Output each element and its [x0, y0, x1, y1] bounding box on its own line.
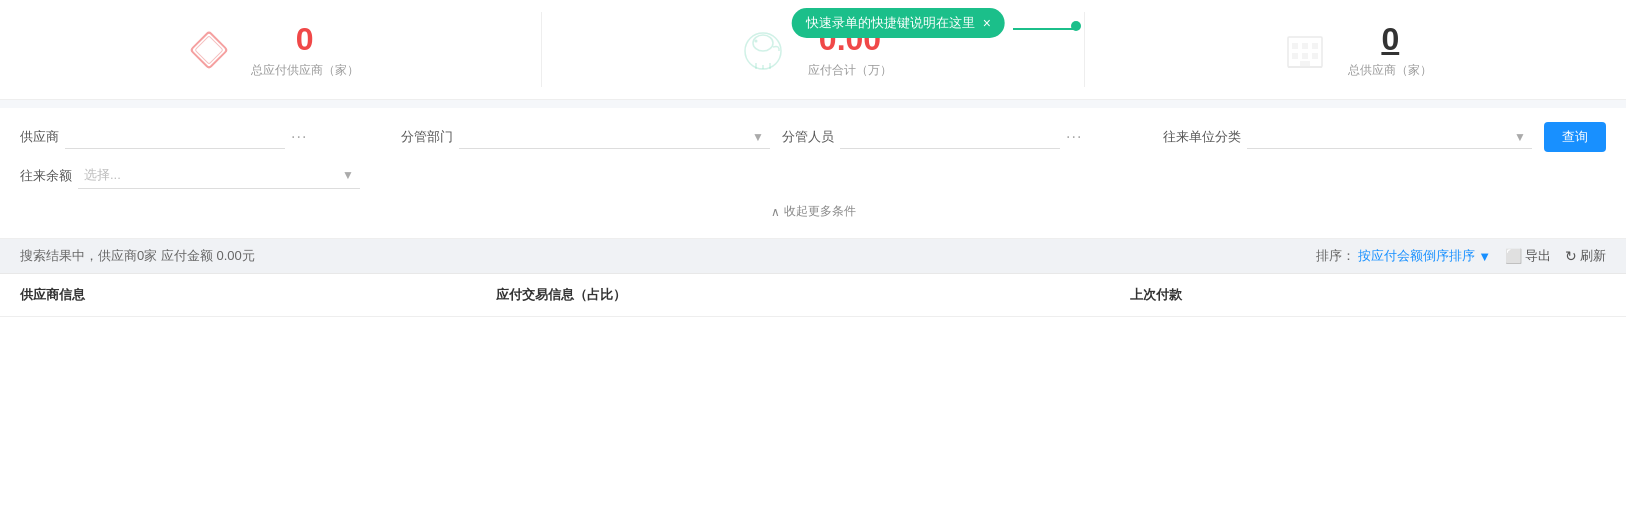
- sort-chevron: ▼: [1478, 249, 1491, 264]
- svg-rect-8: [1312, 43, 1318, 49]
- refresh-label: 刷新: [1580, 247, 1606, 265]
- svg-rect-7: [1302, 43, 1308, 49]
- col-last-payment-header: 上次付款: [1130, 286, 1606, 304]
- stat-total-suppliers: 0 总供应商（家）: [1085, 12, 1626, 87]
- tooltip-close-btn[interactable]: ×: [983, 16, 991, 30]
- supplier-label: 供应商: [20, 128, 59, 146]
- filter-balance: 往来余额 选择... ▼: [20, 162, 360, 189]
- table-body: [0, 317, 1626, 515]
- total-payable-label: 总应付供应商（家）: [251, 62, 359, 79]
- filter-person: 分管人员 ···: [782, 125, 1151, 149]
- person-dots-btn[interactable]: ···: [1066, 128, 1082, 146]
- svg-rect-10: [1302, 53, 1308, 59]
- collapse-icon: ∧: [771, 205, 780, 219]
- piggy-icon: [734, 21, 792, 79]
- sort-area[interactable]: 排序： 按应付会额倒序排序 ▼: [1316, 247, 1491, 265]
- diamond-icon: [183, 24, 235, 76]
- unit-category-label: 往来单位分类: [1163, 128, 1241, 146]
- export-btn[interactable]: ⬜ 导出: [1505, 247, 1551, 265]
- collapse-label: 收起更多条件: [784, 203, 856, 220]
- table-header: 供应商信息 应付交易信息（占比） 上次付款: [0, 274, 1626, 317]
- refresh-btn[interactable]: ↻ 刷新: [1565, 247, 1606, 265]
- total-payable-number: 0: [296, 20, 314, 58]
- tooltip-text: 快速录单的快捷键说明在这里: [806, 14, 975, 32]
- person-label: 分管人员: [782, 128, 834, 146]
- svg-rect-9: [1292, 53, 1298, 59]
- balance-placeholder: 选择...: [84, 166, 121, 184]
- export-label: 导出: [1525, 247, 1551, 265]
- filter-row-2: 往来余额 选择... ▼: [20, 162, 360, 189]
- balance-chevron: ▼: [342, 168, 354, 182]
- filter-department: 分管部门 ▼: [401, 126, 770, 149]
- building-icon: [1278, 23, 1332, 77]
- table-area: 供应商信息 应付交易信息（占比） 上次付款: [0, 274, 1626, 515]
- search-button[interactable]: 查询: [1544, 122, 1606, 152]
- svg-rect-11: [1312, 53, 1318, 59]
- result-info: 搜索结果中，供应商0家 应付金额 0.00元: [20, 247, 255, 265]
- col-transaction-header: 应付交易信息（占比）: [496, 286, 1130, 304]
- sort-label: 排序：: [1316, 247, 1355, 265]
- balance-select[interactable]: 选择... ▼: [78, 162, 360, 189]
- filter-supplier: 供应商 ···: [20, 125, 389, 149]
- filter-unit-category: 往来单位分类 ▼: [1163, 126, 1532, 149]
- collapse-row: ∧ 收起更多条件: [20, 199, 1606, 230]
- supplier-input[interactable]: [65, 125, 285, 149]
- balance-label: 往来余额: [20, 167, 72, 185]
- refresh-icon: ↻: [1565, 248, 1577, 264]
- total-suppliers-label: 总供应商（家）: [1348, 62, 1432, 79]
- department-chevron: ▼: [752, 130, 764, 144]
- col-supplier-header: 供应商信息: [20, 286, 496, 304]
- stats-bar: 0 总应付供应商（家） 0.00 应付合计（万） 快速录单的快捷键说明在这里 ×: [0, 0, 1626, 100]
- payable-total-label: 应付合计（万）: [808, 62, 892, 79]
- svg-rect-0: [190, 31, 227, 68]
- svg-rect-6: [1292, 43, 1298, 49]
- result-actions: 排序： 按应付会额倒序排序 ▼ ⬜ 导出 ↻ 刷新: [1316, 247, 1606, 265]
- stat-payable-suppliers: 0 总应付供应商（家）: [0, 12, 542, 87]
- svg-point-3: [753, 35, 773, 51]
- tooltip-dot: [1071, 21, 1081, 31]
- supplier-dots-btn[interactable]: ···: [291, 128, 307, 146]
- export-icon: ⬜: [1505, 248, 1522, 264]
- unit-category-select[interactable]: ▼: [1247, 126, 1532, 149]
- svg-point-4: [754, 39, 757, 42]
- result-bar: 搜索结果中，供应商0家 应付金额 0.00元 排序： 按应付会额倒序排序 ▼ ⬜…: [0, 239, 1626, 274]
- filter-row-1: 供应商 ··· 分管部门 ▼ 分管人员 ··· 往来单位分类 ▼: [20, 122, 1606, 152]
- person-input[interactable]: [840, 125, 1060, 149]
- tooltip-line: [1013, 28, 1073, 30]
- sort-value: 按应付会额倒序排序: [1358, 247, 1475, 265]
- quick-tip-tooltip: 快速录单的快捷键说明在这里 ×: [792, 8, 1005, 38]
- department-label: 分管部门: [401, 128, 453, 146]
- svg-rect-12: [1300, 61, 1310, 67]
- total-suppliers-number: 0: [1381, 20, 1399, 58]
- department-select[interactable]: ▼: [459, 126, 770, 149]
- unit-category-chevron: ▼: [1514, 130, 1526, 144]
- filter-area: 供应商 ··· 分管部门 ▼ 分管人员 ··· 往来单位分类 ▼: [0, 108, 1626, 239]
- collapse-btn[interactable]: ∧ 收起更多条件: [771, 203, 856, 220]
